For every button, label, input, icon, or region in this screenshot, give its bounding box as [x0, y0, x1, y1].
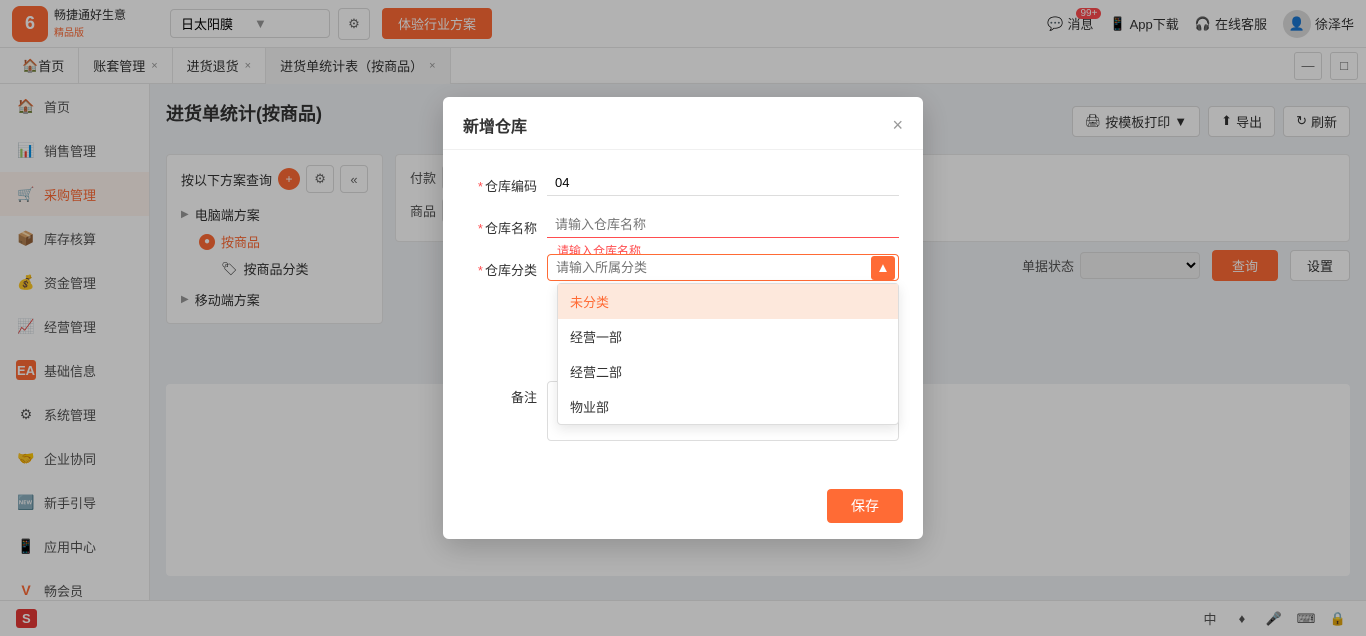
- modal-close-btn[interactable]: ×: [892, 116, 903, 134]
- modal-header: 新增仓库 ×: [443, 97, 923, 150]
- category-toggle-btn[interactable]: ▲: [871, 256, 895, 280]
- modal-overlay: 新增仓库 × 仓库编码 仓库名称 请输入仓库名称 仓库分类 ▲: [0, 0, 1366, 636]
- dropdown-item-dept3[interactable]: 物业部: [558, 389, 898, 424]
- dropdown-item-unclassified[interactable]: 未分类: [558, 284, 898, 319]
- dropdown-item-dept2[interactable]: 经营二部: [558, 354, 898, 389]
- form-row-category: 仓库分类 ▲ 未分类 经营一部 经营二部 物业部: [467, 254, 899, 281]
- modal-save-btn[interactable]: 保存: [827, 489, 903, 523]
- new-warehouse-modal: 新增仓库 × 仓库编码 仓库名称 请输入仓库名称 仓库分类 ▲: [443, 97, 923, 539]
- category-dropdown: 未分类 经营一部 经营二部 物业部: [557, 283, 899, 425]
- warehouse-name-input[interactable]: [547, 212, 899, 238]
- category-input[interactable]: [547, 254, 899, 281]
- name-label: 仓库名称: [467, 212, 547, 237]
- category-input-wrap: ▲: [547, 254, 899, 281]
- modal-footer: 保存: [443, 477, 923, 539]
- dropdown-item-dept1[interactable]: 经营一部: [558, 319, 898, 354]
- form-row-name: 仓库名称 请输入仓库名称: [467, 212, 899, 238]
- code-label: 仓库编码: [467, 170, 547, 195]
- warehouse-code-input[interactable]: [547, 170, 899, 196]
- form-row-code: 仓库编码: [467, 170, 899, 196]
- note-label: 备注: [467, 381, 547, 406]
- modal-body: 仓库编码 仓库名称 请输入仓库名称 仓库分类 ▲ 未分类 经营一部: [443, 150, 923, 477]
- modal-title: 新增仓库: [463, 113, 527, 137]
- category-label: 仓库分类: [467, 254, 547, 279]
